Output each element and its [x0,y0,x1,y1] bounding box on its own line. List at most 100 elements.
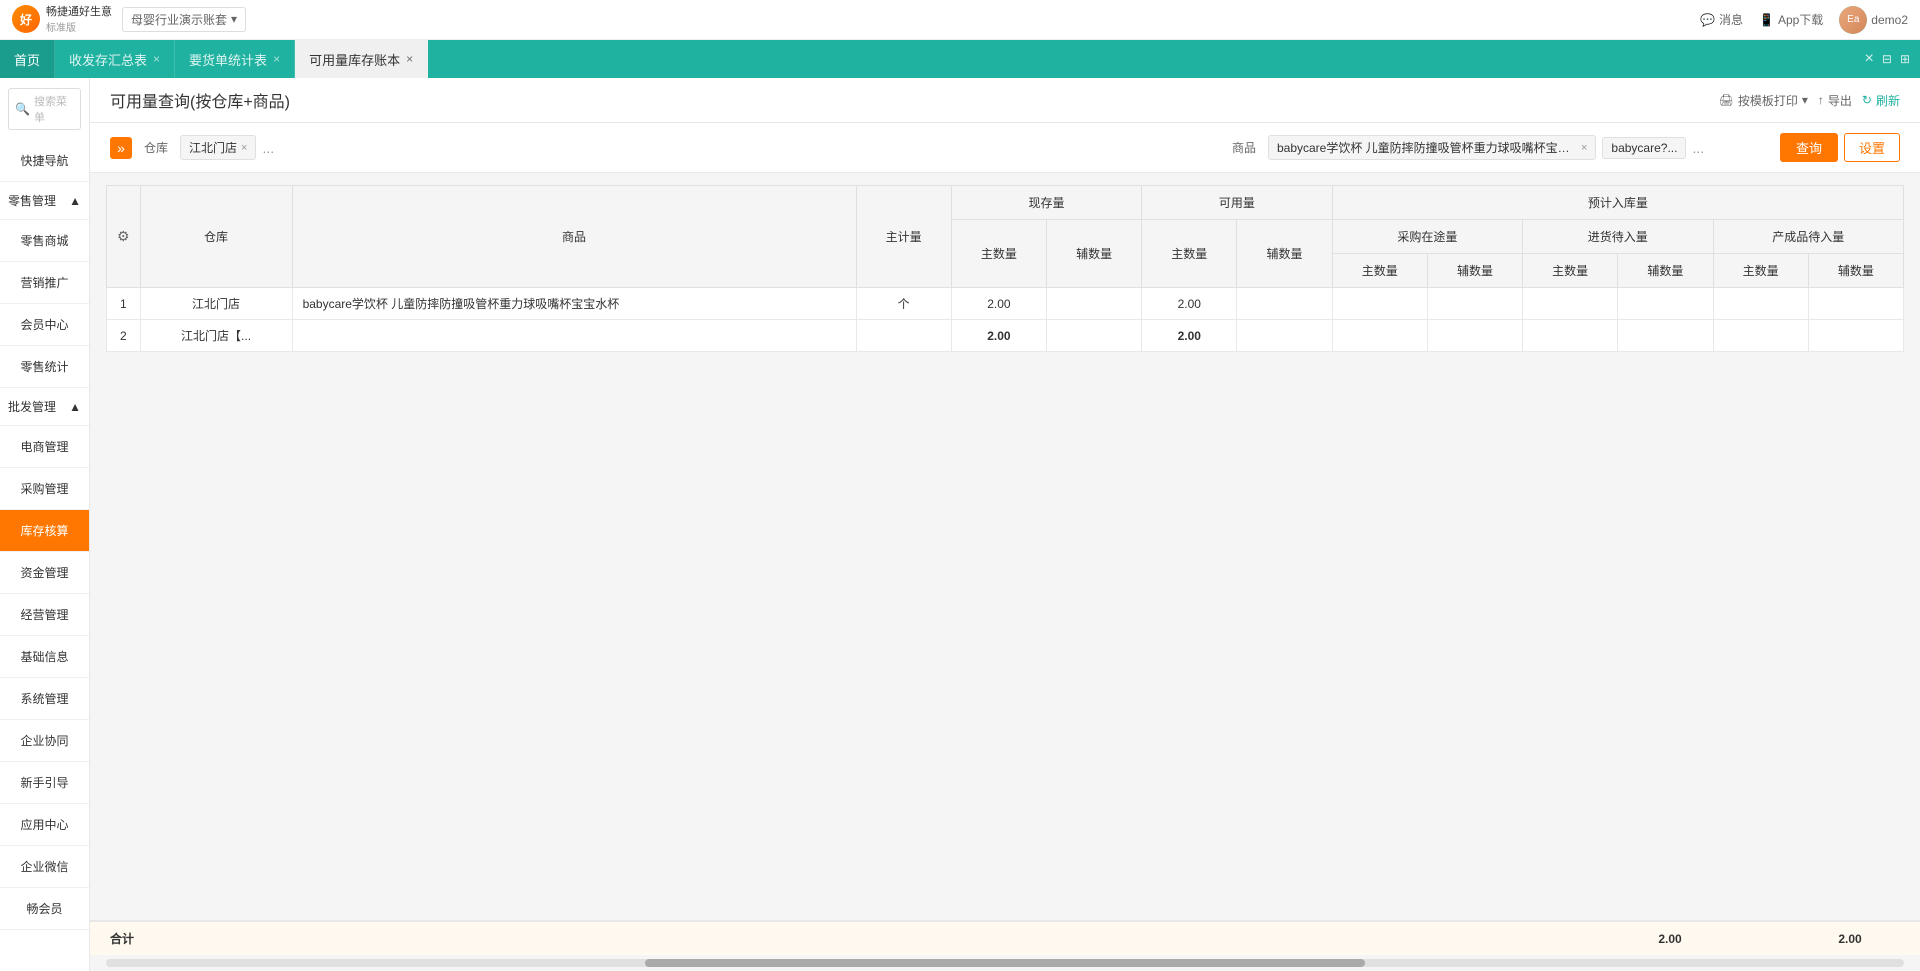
page-header: 可用量查询(按仓库+商品) 🖨 按模板打印 ▾ ↑ 导出 ↻ 刷新 [90,78,1920,123]
refresh-icon: ↻ [1862,93,1872,107]
page-title: 可用量查询(按仓库+商品) [110,88,290,112]
cell-available-main-1: 2.00 [1142,288,1237,320]
th-incoming-aux: 辅数量 [1618,254,1713,288]
th-product: 商品 [292,186,856,288]
filter-more-warehouse[interactable]: ... [262,140,274,156]
cell-prod-aux-1 [1808,288,1903,320]
sidebar-item-retail-mall[interactable]: 零售商城 [0,220,89,262]
tab-receive-summary-close[interactable]: × [153,52,160,66]
page-actions: 🖨 按模板打印 ▾ ↑ 导出 ↻ 刷新 [1719,92,1900,109]
th-stock-aux: 辅数量 [1046,220,1141,288]
download-label: App下载 [1778,11,1823,28]
sidebar-item-marketing[interactable]: 营销推广 [0,262,89,304]
tab-order-stats-close[interactable]: × [273,52,280,66]
logo-text: 畅捷通好生意 [46,5,112,19]
sidebar-item-ecommerce-mgmt[interactable]: 电商管理 [0,426,89,468]
cell-available-main-2: 2.00 [1142,320,1237,352]
product-tag-area: babycare学饮杯 儿童防摔防撞吸管杯重力球吸嘴杯宝宝水杯 × babyca… [1268,135,1768,160]
message-btn[interactable]: 💬 消息 [1700,11,1743,28]
sidebar-item-wholesale-mgmt[interactable]: 批发管理 ▲ [0,388,89,426]
avatar-text: Ea [1847,14,1859,25]
product-tag-1-remove[interactable]: × [1581,142,1587,154]
cell-stock-main-1: 2.00 [951,288,1046,320]
sidebar-item-retail-mall-label: 零售商城 [20,234,68,248]
tab-receive-summary[interactable]: 收发存汇总表 × [55,40,175,78]
sidebar-item-operations-mgmt[interactable]: 经营管理 [0,594,89,636]
th-available-aux: 辅数量 [1237,220,1332,288]
sidebar-item-quick-nav-label: 快捷导航 [20,154,68,168]
filter-bar: » 仓库 江北门店 × ... 商品 babycare学饮杯 儿童防摔防撞吸管杯… [90,123,1920,173]
sidebar-item-enterprise-coop[interactable]: 企业协同 [0,720,89,762]
table-row: 1 江北门店 babycare学饮杯 儿童防摔防撞吸管杯重力球吸嘴杯宝宝水杯 个… [107,288,1904,320]
th-settings: ⚙ [107,186,141,288]
sidebar-item-inventory-check[interactable]: 库存核算 [0,510,89,552]
user-menu[interactable]: Ea demo2 [1839,6,1908,34]
tab-receive-summary-label: 收发存汇总表 [69,50,147,69]
th-production-aux: 辅数量 [1808,254,1903,288]
sidebar-item-member-center[interactable]: 会员中心 [0,304,89,346]
sidebar-item-basic-info[interactable]: 基础信息 [0,636,89,678]
tab-available-inventory[interactable]: 可用量库存账本 × [295,40,428,78]
cell-unit-1: 个 [856,288,951,320]
th-group-purchase-transit: 采购在途量 [1332,220,1522,254]
sidebar-item-enterprise-wechat[interactable]: 企业微信 [0,846,89,888]
sidebar-item-ecommerce-mgmt-label: 电商管理 [20,440,68,454]
print-label: 按模板打印 [1738,92,1798,109]
print-icon: 🖨 [1719,93,1734,107]
footer-stock-main: 2.00 [1620,932,1720,946]
chevron-icon: ▲ [69,194,81,208]
sidebar-item-app-center[interactable]: 应用中心 [0,804,89,846]
export-btn[interactable]: ↑ 导出 [1818,92,1852,109]
sidebar-search-box[interactable]: 🔍 搜索菜单 [8,88,81,130]
tab-available-inventory-close[interactable]: × [406,52,413,66]
sidebar-item-finance-mgmt[interactable]: 资金管理 [0,552,89,594]
scroll-thumb[interactable] [645,959,1364,967]
refresh-btn[interactable]: ↻ 刷新 [1862,92,1900,109]
download-icon: 📱 [1759,13,1774,27]
sidebar-item-new-guide[interactable]: 新手引导 [0,762,89,804]
warehouse-tag-text: 江北门店 [189,139,237,156]
sidebar-item-purchase-mgmt[interactable]: 采购管理 [0,468,89,510]
tab-bar-actions: × ⊟ ⊞ [1855,40,1920,78]
tab-minimize-btn[interactable]: ⊟ [1882,52,1892,66]
sidebar-item-system-mgmt[interactable]: 系统管理 [0,678,89,720]
filter-expand-btn[interactable]: » [110,137,132,159]
tab-maximize-btn[interactable]: ⊞ [1900,52,1910,66]
tab-home[interactable]: 首页 [0,40,55,78]
industry-selector[interactable]: 母婴行业演示账套 ▾ [122,7,246,32]
product-tag-2: babycare?... [1602,137,1686,159]
tab-close-all-btn[interactable]: × [1865,50,1874,68]
th-purchase-transit-aux: 辅数量 [1427,254,1522,288]
cell-available-aux-1 [1237,288,1332,320]
horizontal-scrollbar[interactable] [106,959,1904,967]
cell-product-2 [292,320,856,352]
table-area: ⚙ 仓库 商品 主计量 现存量 可用量 预计入库量 主数量 辅数量 主数量 辅数… [90,173,1920,920]
avatar-image: Ea [1839,6,1867,34]
sidebar-item-vip-member[interactable]: 畅会员 [0,888,89,930]
print-btn[interactable]: 🖨 按模板打印 ▾ [1719,92,1808,109]
app-download-btn[interactable]: 📱 App下载 [1759,11,1823,28]
sidebar-item-retail-stats[interactable]: 零售统计 [0,346,89,388]
settings-icon[interactable]: ⚙ [117,228,130,244]
cell-inc-aux-1 [1618,288,1713,320]
setting-btn[interactable]: 设置 [1844,133,1900,162]
sidebar-item-retail-mgmt[interactable]: 零售管理 ▲ [0,182,89,220]
sidebar-item-quick-nav[interactable]: 快捷导航 [0,140,89,182]
export-icon: ↑ [1818,93,1824,107]
tab-order-stats[interactable]: 要货单统计表 × [175,40,295,78]
sidebar-item-vip-member-label: 畅会员 [26,902,62,916]
sidebar-item-app-center-label: 应用中心 [20,818,68,832]
filter-more-product[interactable]: ... [1692,140,1704,156]
logo-area: 好 畅捷通好生意 标准版 [12,5,112,34]
cell-inc-main-2 [1523,320,1618,352]
th-stock-main: 主数量 [951,220,1046,288]
query-btn[interactable]: 查询 [1780,133,1838,162]
th-warehouse: 仓库 [140,186,292,288]
product-tag-1-text: babycare学饮杯 儿童防摔防撞吸管杯重力球吸嘴杯宝宝水杯 [1277,139,1577,156]
export-label: 导出 [1828,92,1852,109]
warehouse-tag: 江北门店 × [180,135,256,160]
sidebar-item-member-center-label: 会员中心 [20,318,68,332]
product-filter-label: 商品 [1232,139,1256,156]
th-group-production-pending: 产成品待入量 [1713,220,1903,254]
warehouse-tag-remove[interactable]: × [241,142,247,154]
